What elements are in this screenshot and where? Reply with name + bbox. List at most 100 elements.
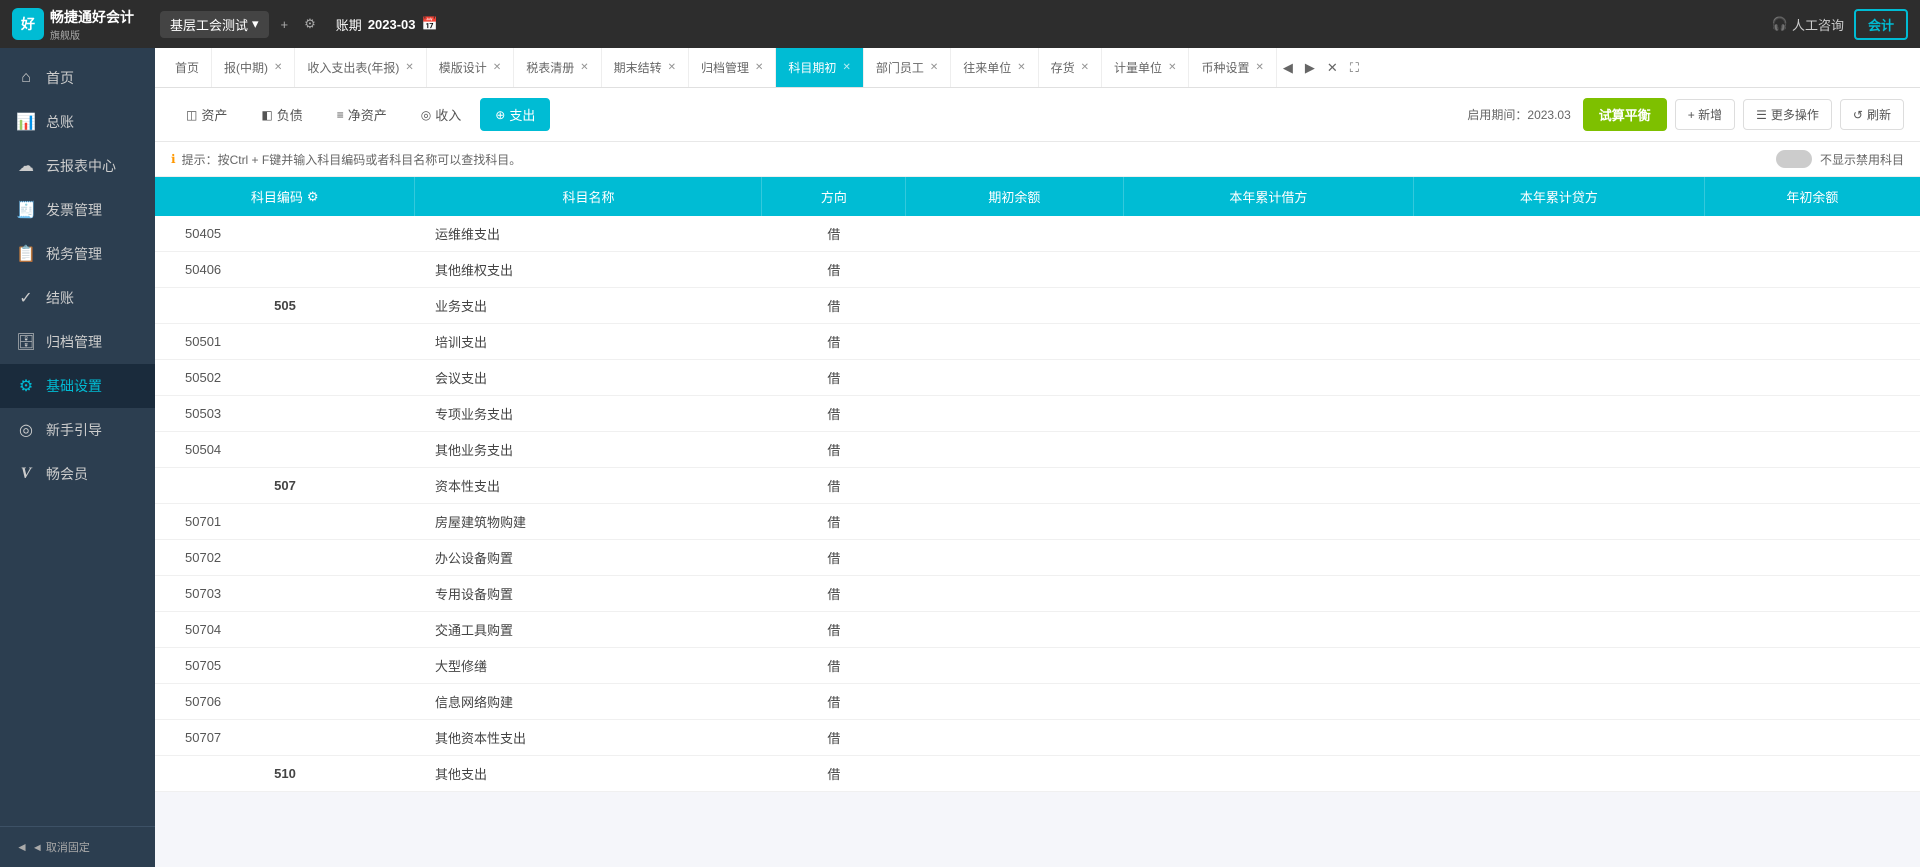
cell-direction: 借 (762, 756, 906, 792)
cell-ytd-credit (1414, 540, 1705, 576)
table-row[interactable]: 510其他支出借 (155, 756, 1920, 792)
cell-year-initial (1704, 216, 1920, 252)
cell-code: 50406 (155, 252, 415, 288)
tab-close-income-annual[interactable]: ✕ (405, 62, 413, 73)
sidebar-item-member[interactable]: V 畅会员 (0, 452, 155, 496)
tab-tax-table[interactable]: 税表清册 ✕ (514, 48, 601, 88)
tab-bar: 首页 报(中期) ✕ 收入支出表(年报) ✕ 模版设计 ✕ 税表清册 ✕ (155, 48, 1920, 88)
tab-close-partners[interactable]: ✕ (1017, 62, 1025, 73)
more-button[interactable]: ☰ 更多操作 (1743, 99, 1832, 130)
sidebar-nav: ⌂ 首页 📊 总账 ☁ 云报表中心 🧾 发票管理 📋 税务管理 (0, 48, 155, 826)
tab-expand[interactable]: ⛶ (1344, 56, 1365, 80)
tab-nav-left[interactable]: ◀ (1277, 56, 1299, 80)
table-row[interactable]: 50705大型修缮借 (155, 648, 1920, 684)
table-row[interactable]: 50504其他业务支出借 (155, 432, 1920, 468)
calc-balance-button[interactable]: 试算平衡 (1583, 98, 1667, 131)
sidebar-item-settings[interactable]: ⚙ 基础设置 (0, 364, 155, 408)
add-project-icon[interactable]: + (277, 17, 293, 32)
table-row[interactable]: 505业务支出借 (155, 288, 1920, 324)
tab-home[interactable]: 首页 (163, 48, 212, 88)
account-button[interactable]: 会计 (1854, 9, 1908, 40)
cell-year-initial (1704, 576, 1920, 612)
table-row[interactable]: 50703专用设备购置借 (155, 576, 1920, 612)
table-row[interactable]: 50405运维维支出借 (155, 216, 1920, 252)
tab-partners[interactable]: 往来单位 ✕ (951, 48, 1038, 88)
tab-close-period-transfer[interactable]: ✕ (668, 62, 676, 73)
sidebar-item-tax[interactable]: 📋 税务管理 (0, 232, 155, 276)
sidebar-item-checkout[interactable]: ✓ 结账 (0, 276, 155, 320)
tab-period-transfer[interactable]: 期末结转 ✕ (602, 48, 689, 88)
toggle-disabled-subjects[interactable] (1776, 150, 1812, 168)
sidebar-label-cloud-report: 云报表中心 (46, 156, 116, 176)
tab-close-tax-table[interactable]: ✕ (580, 62, 588, 73)
category-tabs: ◫ 资产 ◧ 负债 ≡ 净资产 ◎ 收入 (155, 88, 1920, 142)
sidebar-item-ledger[interactable]: 📊 总账 (0, 100, 155, 144)
tab-report-mid[interactable]: 报(中期) ✕ (212, 48, 295, 88)
sidebar-item-invoice[interactable]: 🧾 发票管理 (0, 188, 155, 232)
table-row[interactable]: 50702办公设备购置借 (155, 540, 1920, 576)
cell-name: 运维维支出 (415, 216, 762, 252)
tab-close-template[interactable]: ✕ (493, 62, 501, 73)
tab-filing[interactable]: 归档管理 ✕ (689, 48, 776, 88)
logo-icon: 好 (12, 8, 44, 40)
tab-unit[interactable]: 计量单位 ✕ (1102, 48, 1189, 88)
cat-tab-asset[interactable]: ◫ 资产 (171, 98, 242, 131)
table-row[interactable]: 50406其他维权支出借 (155, 252, 1920, 288)
cell-direction: 借 (762, 324, 906, 360)
table-row[interactable]: 50706信息网络购建借 (155, 684, 1920, 720)
tab-close-all[interactable]: ✕ (1321, 56, 1344, 80)
tab-close-currency[interactable]: ✕ (1255, 62, 1263, 73)
col-settings-icon[interactable]: ⚙ (307, 189, 319, 205)
tab-close-subject-initial[interactable]: ✕ (842, 62, 850, 73)
tab-close-dept-employee[interactable]: ✕ (930, 62, 938, 73)
calendar-icon[interactable]: 📅 (422, 16, 438, 32)
sidebar-item-home[interactable]: ⌂ 首页 (0, 56, 155, 100)
settings-icon[interactable]: ⚙ (300, 16, 320, 32)
cell-code: 50503 (155, 396, 415, 432)
tab-subject-initial[interactable]: 科目期初 ✕ (776, 48, 863, 88)
tab-close-filing[interactable]: ✕ (755, 62, 763, 73)
cell-ytd-debit (1123, 684, 1414, 720)
tab-income-annual[interactable]: 收入支出表(年报) ✕ (295, 48, 426, 88)
cat-tab-liability[interactable]: ◧ 负债 (246, 98, 317, 131)
tab-template[interactable]: 模版设计 ✕ (427, 48, 514, 88)
cell-initial-balance (906, 252, 1123, 288)
cell-name: 业务支出 (415, 288, 762, 324)
table-row[interactable]: 50704交通工具购置借 (155, 612, 1920, 648)
tab-currency[interactable]: 币种设置 ✕ (1189, 48, 1276, 88)
cell-year-initial (1704, 540, 1920, 576)
table-row[interactable]: 50501培训支出借 (155, 324, 1920, 360)
add-button[interactable]: + 新增 (1675, 99, 1735, 130)
tab-inventory[interactable]: 存货 ✕ (1039, 48, 1102, 88)
table-row[interactable]: 50701房屋建筑物购建借 (155, 504, 1920, 540)
tab-close-inventory[interactable]: ✕ (1081, 62, 1089, 73)
cat-tab-label-expense: 支出 (509, 105, 535, 124)
cell-ytd-debit (1123, 288, 1414, 324)
table-row[interactable]: 50503专项业务支出借 (155, 396, 1920, 432)
sidebar-item-archive[interactable]: 🗄 归档管理 (0, 320, 155, 364)
project-selector[interactable]: 基层工会测试 ▾ (160, 11, 269, 38)
cell-ytd-credit (1414, 720, 1705, 756)
sidebar-item-guide[interactable]: ◎ 新手引导 (0, 408, 155, 452)
cat-tab-income[interactable]: ◎ 收入 (406, 98, 477, 131)
cell-ytd-debit (1123, 252, 1414, 288)
tab-dept-employee[interactable]: 部门员工 ✕ (864, 48, 951, 88)
tab-close-unit[interactable]: ✕ (1168, 62, 1176, 73)
refresh-button[interactable]: ↺ 刷新 (1840, 99, 1904, 130)
tip-text: 提示：按Ctrl + F键并输入科目编码或者科目名称可以查找科目。 (182, 151, 522, 168)
sidebar-item-cloud-report[interactable]: ☁ 云报表中心 (0, 144, 155, 188)
table-row[interactable]: 50502会议支出借 (155, 360, 1920, 396)
table-row[interactable]: 50707其他资本性支出借 (155, 720, 1920, 756)
cat-tab-expense[interactable]: ⊕ 支出 (480, 98, 550, 131)
cell-initial-balance (906, 216, 1123, 252)
table-row[interactable]: 507资本性支出借 (155, 468, 1920, 504)
cell-code: 50703 (155, 576, 415, 612)
cell-initial-balance (906, 540, 1123, 576)
sidebar-footer[interactable]: ◄ ◄ 取消固定 (0, 826, 155, 867)
tab-close-report-mid[interactable]: ✕ (274, 62, 282, 73)
service-button[interactable]: 🎧 人工咨询 (1772, 15, 1844, 34)
cat-tab-netasset[interactable]: ≡ 净资产 (322, 98, 402, 131)
tab-nav-right[interactable]: ▶ (1299, 56, 1321, 80)
cell-year-initial (1704, 648, 1920, 684)
period-value: 2023-03 (368, 17, 416, 32)
